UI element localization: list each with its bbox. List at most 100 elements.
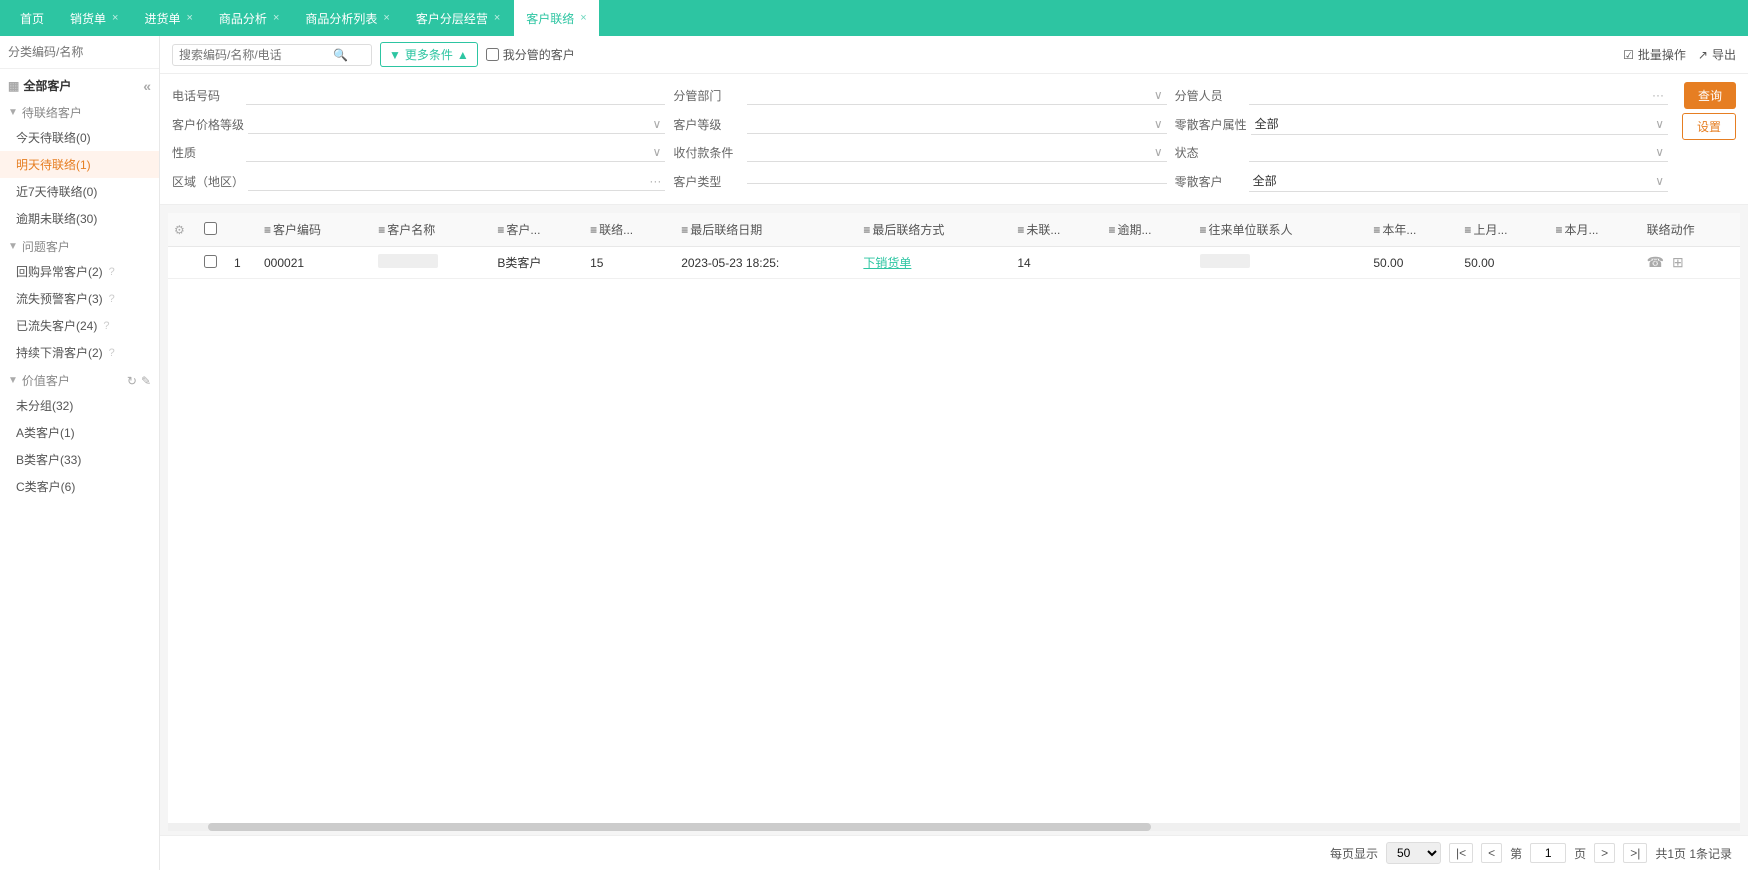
contact-method-link[interactable]: 下销货单 <box>863 256 911 270</box>
col-last-contact-date[interactable]: ≡ 最后联络日期 <box>675 213 857 247</box>
filter-retail-customer-select[interactable]: 全部 ∨ <box>1249 170 1668 192</box>
filter-retail-attr-select[interactable]: 全部 ∨ <box>1251 113 1668 135</box>
filter-customer-type-select[interactable] <box>747 179 1166 184</box>
sidebar-item-class-b[interactable]: B类客户(33) <box>0 446 159 473</box>
nav-purchase-order[interactable]: 进货单 × <box>132 0 204 36</box>
sidebar-item-ungrouped[interactable]: 未分组(32) <box>0 392 159 419</box>
contact-icon[interactable]: ☎ <box>1647 254 1664 271</box>
filter-phone-input[interactable] <box>246 86 665 105</box>
filter-manager-select[interactable]: ··· <box>1249 86 1668 105</box>
close-icon[interactable]: × <box>383 12 389 24</box>
help-icon[interactable]: ? <box>109 293 115 305</box>
sidebar-item-tomorrow-contact[interactable]: 明天待联络(1) <box>0 151 159 178</box>
settings-button[interactable]: 设置 <box>1682 113 1736 140</box>
top-navigation: 首页 销货单 × 进货单 × 商品分析 × 商品分析列表 × 客户分层经营 × … <box>0 0 1748 36</box>
filter-more-button[interactable]: ▼ 更多条件 ▲ <box>380 42 478 67</box>
row-last-month: 50.00 <box>1458 247 1549 279</box>
col-customer-code[interactable]: ≡ 客户编码 <box>258 213 372 247</box>
col-contact-count[interactable]: ≡ 联络... <box>584 213 675 247</box>
per-page-select[interactable]: 50 100 200 <box>1386 842 1441 864</box>
search-icon[interactable]: 🔍 <box>333 48 348 62</box>
filter-row-1: 电话号码 分管部门 ∨ 分管人员 <box>172 82 1668 109</box>
col-overdue[interactable]: ≡ 逾期... <box>1102 213 1193 247</box>
close-icon[interactable]: × <box>273 12 279 24</box>
sidebar-item-7day-contact[interactable]: 近7天待联络(0) <box>0 178 159 205</box>
export-button[interactable]: ↗ 导出 <box>1698 46 1736 63</box>
sidebar-item-overdue-contact[interactable]: 逾期未联络(30) <box>0 205 159 232</box>
col-this-month[interactable]: ≡ 本月... <box>1550 213 1641 247</box>
filter-dept-select[interactable]: ∨ <box>747 86 1166 105</box>
sidebar-group-pending-contact[interactable]: ▼ 待联络客户 <box>0 98 159 124</box>
filter-payment-select[interactable]: ∨ <box>747 143 1166 162</box>
last-page-button[interactable]: >| <box>1623 843 1647 863</box>
ellipsis-icon[interactable]: ··· <box>1652 88 1664 102</box>
batch-op-button[interactable]: ☑ 批量操作 <box>1623 46 1686 63</box>
filter-customer-grade-select[interactable]: ∨ <box>747 115 1166 134</box>
help-icon[interactable]: ? <box>109 266 115 278</box>
sidebar-search-input[interactable] <box>8 45 160 59</box>
filter-panel: 电话号码 分管部门 ∨ 分管人员 <box>160 74 1748 205</box>
grid-icon: ▦ <box>8 79 19 93</box>
filter-price-grade-select[interactable]: ∨ <box>248 115 665 134</box>
close-icon[interactable]: × <box>494 12 500 24</box>
sidebar-item-repurchase-abnormal[interactable]: 回购异常客户(2) ? <box>0 258 159 285</box>
data-table-area: ⚙ ≡ 客户编码 <box>168 213 1740 823</box>
close-icon[interactable]: × <box>112 12 118 24</box>
col-last-contact-method[interactable]: ≡ 最后联络方式 <box>857 213 1011 247</box>
select-all-checkbox[interactable] <box>204 222 217 235</box>
nav-customer-contact[interactable]: 客户联络 × <box>514 0 598 36</box>
sidebar-item-today-contact[interactable]: 今天待联络(0) <box>0 124 159 151</box>
collapse-icon[interactable]: « <box>143 78 151 94</box>
filter-customer-type: 客户类型 <box>673 173 1166 190</box>
sidebar-item-class-a[interactable]: A类客户(1) <box>0 419 159 446</box>
page-input[interactable] <box>1530 843 1566 863</box>
sidebar-group-problem-customers[interactable]: ▼ 问题客户 <box>0 232 159 258</box>
col-this-year[interactable]: ≡ 本年... <box>1367 213 1458 247</box>
sidebar-item-declining[interactable]: 持续下滑客户(2) ? <box>0 339 159 366</box>
more-action-icon[interactable]: ⊞ <box>1672 254 1684 271</box>
nav-sales-order[interactable]: 销货单 × <box>58 0 130 36</box>
close-icon[interactable]: × <box>186 12 192 24</box>
next-page-button[interactable]: > <box>1594 843 1615 863</box>
edit-icon[interactable]: ✎ <box>141 374 151 388</box>
chevron-up-icon: ▲ <box>457 48 469 62</box>
filter-dept: 分管部门 ∨ <box>673 86 1166 105</box>
sidebar-group-value-customers[interactable]: ▼ 价值客户 ↻ ✎ <box>0 366 159 392</box>
ellipsis-icon[interactable]: ··· <box>649 174 661 188</box>
filter-nature-select[interactable]: ∨ <box>246 143 665 162</box>
query-button[interactable]: 查询 <box>1684 82 1736 109</box>
col-customer-type[interactable]: ≡ 客户... <box>491 213 584 247</box>
my-customers-checkbox[interactable]: 我分管的客户 <box>486 46 575 63</box>
prev-page-button[interactable]: < <box>1481 843 1502 863</box>
nav-product-analysis[interactable]: 商品分析 × <box>207 0 291 36</box>
table-row: 1 000021 B类客户 15 2023-05-23 18:25: 下销货单 … <box>168 247 1740 279</box>
nav-home[interactable]: 首页 <box>8 0 56 36</box>
sidebar-item-churn-warning[interactable]: 流失预警客户(3) ? <box>0 285 159 312</box>
row-contact: 15 <box>584 247 675 279</box>
row-action: ☎ ⊞ <box>1641 247 1740 279</box>
filter-region-select[interactable]: ··· <box>248 172 665 191</box>
sidebar-item-churned[interactable]: 已流失客户(24) ? <box>0 312 159 339</box>
col-last-month[interactable]: ≡ 上月... <box>1458 213 1549 247</box>
my-customers-check[interactable] <box>486 48 499 61</box>
filter-status-select[interactable]: ∨ <box>1249 143 1668 162</box>
nav-product-analysis-list[interactable]: 商品分析列表 × <box>293 0 401 36</box>
col-customer-name[interactable]: ≡ 客户名称 <box>372 213 491 247</box>
filter-icon: ▼ <box>389 48 401 62</box>
close-icon[interactable]: × <box>580 12 586 24</box>
sidebar-all-customers[interactable]: ▦ 全部客户 « <box>0 69 159 98</box>
col-uncontacted[interactable]: ≡ 未联... <box>1011 213 1102 247</box>
search-input[interactable] <box>179 48 329 62</box>
sidebar-item-class-c[interactable]: C类客户(6) <box>0 473 159 500</box>
row-select-checkbox[interactable] <box>204 255 217 268</box>
help-icon[interactable]: ? <box>103 320 109 332</box>
col-unit-contact[interactable]: ≡ 往来单位联系人 <box>1194 213 1368 247</box>
help-icon[interactable]: ? <box>109 347 115 359</box>
nav-customer-tier[interactable]: 客户分层经营 × <box>404 0 512 36</box>
horizontal-scrollbar[interactable] <box>168 823 1740 831</box>
export-icon: ↗ <box>1698 48 1708 62</box>
first-page-button[interactable]: |< <box>1449 843 1473 863</box>
refresh-icon[interactable]: ↻ <box>127 374 137 388</box>
sidebar-search-area: 🔍 <box>0 36 159 69</box>
settings-icon[interactable]: ⚙ <box>174 223 185 237</box>
